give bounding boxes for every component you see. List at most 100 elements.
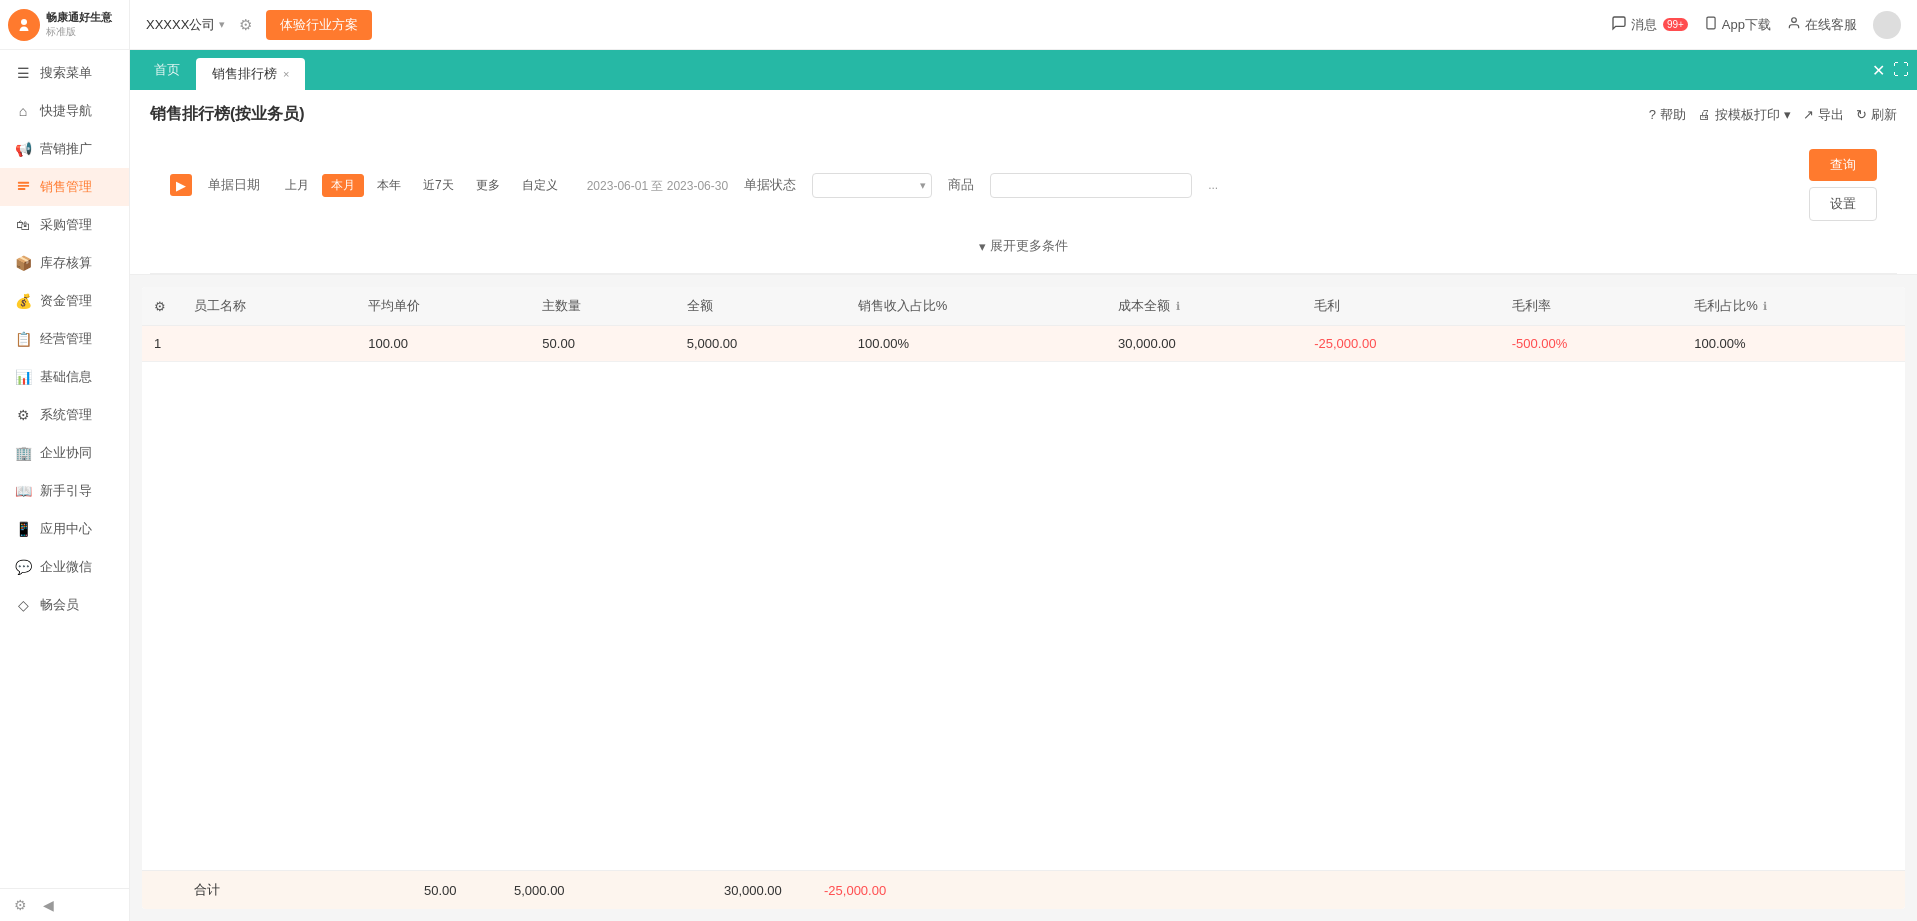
finance-icon: 💰 bbox=[14, 293, 32, 309]
sidebar-item-apps[interactable]: 📱 应用中心 bbox=[0, 510, 129, 548]
sidebar-item-member[interactable]: ◇ 畅会员 bbox=[0, 586, 129, 624]
table-row: 1 100.00 50.00 5,000.00 100.00% 30,000.0… bbox=[142, 326, 1905, 362]
sidebar-label-marketing: 营销推广 bbox=[40, 140, 92, 158]
online-service-button[interactable]: 在线客服 bbox=[1787, 16, 1857, 34]
export-button[interactable]: ↗ 导出 bbox=[1803, 106, 1844, 124]
table-header-row: ⚙ 员工名称 平均单价 主数量 全额 销售收入占比% 成本全额 ℹ bbox=[142, 287, 1905, 326]
sidebar-item-enterprise[interactable]: 🏢 企业协同 bbox=[0, 434, 129, 472]
filter-expand-icon[interactable]: ▶ bbox=[170, 174, 192, 196]
settings-footer-icon[interactable]: ⚙ bbox=[14, 897, 27, 913]
svg-rect-2 bbox=[17, 185, 28, 187]
expand-conditions-button[interactable]: ▾ 展开更多条件 bbox=[979, 237, 1068, 255]
sidebar-item-inventory[interactable]: 📦 库存核算 bbox=[0, 244, 129, 282]
page-title-row: 销售排行榜(按业务员) ? 帮助 🖨 按模板打印 ▾ ↗ 导出 bbox=[150, 104, 1897, 125]
goods-input[interactable] bbox=[990, 173, 1192, 198]
logo-icon bbox=[8, 9, 40, 41]
trial-button[interactable]: 体验行业方案 bbox=[266, 10, 372, 40]
filter-area: ▶ 单据日期 上月 本月 本年 近7天 更多 自定义 2023-06-01 至 … bbox=[150, 137, 1897, 274]
tab-expand-icon[interactable]: ⛶ bbox=[1893, 61, 1909, 80]
basic-icon: 📊 bbox=[14, 369, 32, 385]
sidebar-label-member: 畅会员 bbox=[40, 596, 79, 614]
app-download-label: App下载 bbox=[1722, 16, 1771, 34]
settings-button[interactable]: 设置 bbox=[1809, 187, 1877, 221]
message-icon bbox=[1611, 15, 1627, 34]
refresh-button[interactable]: ↻ 刷新 bbox=[1856, 106, 1897, 124]
td-sales-pct: 100.00% bbox=[846, 326, 1106, 362]
th-sales-pct: 销售收入占比% bbox=[846, 287, 1106, 326]
status-filter-label: 单据状态 bbox=[744, 176, 796, 194]
status-select[interactable] bbox=[812, 173, 932, 198]
svg-point-6 bbox=[1792, 18, 1797, 23]
company-selector[interactable]: XXXXX公司 ▾ bbox=[146, 16, 225, 34]
tab-home[interactable]: 首页 bbox=[138, 50, 196, 90]
topbar-gear-icon[interactable]: ⚙ bbox=[239, 16, 252, 34]
data-table: ⚙ 员工名称 平均单价 主数量 全额 销售收入占比% 成本全额 ℹ bbox=[142, 287, 1905, 362]
table-area: ⚙ 员工名称 平均单价 主数量 全额 销售收入占比% 成本全额 ℹ bbox=[142, 287, 1905, 909]
company-name: XXXXX公司 bbox=[146, 16, 215, 34]
column-settings-icon[interactable]: ⚙ bbox=[154, 299, 166, 314]
profit-pct-info-icon[interactable]: ℹ bbox=[1763, 300, 1767, 313]
sidebar-item-guide[interactable]: 📖 新手引导 bbox=[0, 472, 129, 510]
member-icon: ◇ bbox=[14, 597, 32, 613]
guide-icon: 📖 bbox=[14, 483, 32, 499]
logo-sub: 标准版 bbox=[46, 25, 112, 39]
cost-info-icon[interactable]: ℹ bbox=[1176, 300, 1180, 313]
sidebar-nav: ☰ 搜索菜单 ⌂ 快捷导航 📢 营销推广 销售管理 🛍 采购管理 📦 库存核算 … bbox=[0, 50, 129, 888]
page-header: 销售排行榜(按业务员) ? 帮助 🖨 按模板打印 ▾ ↗ 导出 bbox=[130, 90, 1917, 275]
sidebar-item-wechat[interactable]: 💬 企业微信 bbox=[0, 548, 129, 586]
th-settings: ⚙ bbox=[142, 287, 182, 326]
tabbar: 首页 销售排行榜 × ✕ ⛶ bbox=[130, 50, 1917, 90]
date-tab-7days[interactable]: 近7天 bbox=[414, 174, 463, 197]
tab-close-window-icon[interactable]: ✕ bbox=[1872, 61, 1885, 80]
online-service-label: 在线客服 bbox=[1805, 16, 1857, 34]
user-avatar[interactable] bbox=[1873, 11, 1901, 39]
page-content: 销售排行榜(按业务员) ? 帮助 🖨 按模板打印 ▾ ↗ 导出 bbox=[130, 90, 1917, 921]
td-index: 1 bbox=[142, 326, 182, 362]
marketing-icon: 📢 bbox=[14, 141, 32, 157]
sales-icon bbox=[14, 178, 32, 196]
th-profit-pct: 毛利占比% ℹ bbox=[1682, 287, 1905, 326]
topbar: XXXXX公司 ▾ ⚙ 体验行业方案 消息 99+ App下载 bbox=[130, 0, 1917, 50]
sidebar-item-marketing[interactable]: 📢 营销推广 bbox=[0, 130, 129, 168]
page-title: 销售排行榜(按业务员) bbox=[150, 104, 305, 125]
sidebar-label-basic: 基础信息 bbox=[40, 368, 92, 386]
home-icon: ⌂ bbox=[14, 103, 32, 119]
sidebar-item-quick-nav[interactable]: ⌂ 快捷导航 bbox=[0, 92, 129, 130]
sidebar-label-search: 搜索菜单 bbox=[40, 64, 92, 82]
sidebar-item-system[interactable]: ⚙ 系统管理 bbox=[0, 396, 129, 434]
tab-sales-ranking[interactable]: 销售排行榜 × bbox=[196, 58, 305, 90]
message-button[interactable]: 消息 99+ bbox=[1611, 15, 1688, 34]
app-download-button[interactable]: App下载 bbox=[1704, 16, 1771, 34]
goods-more-btn[interactable]: ... bbox=[1208, 178, 1218, 192]
help-button[interactable]: ? 帮助 bbox=[1649, 106, 1686, 124]
collapse-sidebar-icon[interactable]: ◀ bbox=[43, 897, 54, 913]
enterprise-icon: 🏢 bbox=[14, 445, 32, 461]
sidebar-item-basic[interactable]: 📊 基础信息 bbox=[0, 358, 129, 396]
tab-close-icon[interactable]: × bbox=[283, 68, 289, 80]
sidebar-item-finance[interactable]: 💰 资金管理 bbox=[0, 282, 129, 320]
inventory-icon: 📦 bbox=[14, 255, 32, 271]
sidebar-label-enterprise: 企业协同 bbox=[40, 444, 92, 462]
sidebar-label-purchase: 采购管理 bbox=[40, 216, 92, 234]
date-tab-last-month[interactable]: 上月 bbox=[276, 174, 318, 197]
sidebar-item-operations[interactable]: 📋 经营管理 bbox=[0, 320, 129, 358]
sidebar-footer: ⚙ ◀ bbox=[0, 888, 129, 921]
sidebar-item-purchase[interactable]: 🛍 采购管理 bbox=[0, 206, 129, 244]
help-label: 帮助 bbox=[1660, 106, 1686, 124]
sidebar-label-guide: 新手引导 bbox=[40, 482, 92, 500]
template-print-button[interactable]: 🖨 按模板打印 ▾ bbox=[1698, 106, 1791, 124]
sidebar-item-search[interactable]: ☰ 搜索菜单 bbox=[0, 54, 129, 92]
sidebar-item-sales[interactable]: 销售管理 bbox=[0, 168, 129, 206]
tabbar-right: ✕ ⛶ bbox=[1872, 61, 1909, 80]
date-tab-this-year[interactable]: 本年 bbox=[368, 174, 410, 197]
logo-text: 畅康通好生意 bbox=[46, 10, 112, 24]
date-tab-more[interactable]: 更多 bbox=[467, 174, 509, 197]
date-tab-this-month[interactable]: 本月 bbox=[322, 174, 364, 197]
chevron-down-icon: ▾ bbox=[979, 239, 986, 254]
table-scroll[interactable]: ⚙ 员工名称 平均单价 主数量 全额 销售收入占比% 成本全额 ℹ bbox=[142, 287, 1905, 870]
query-button[interactable]: 查询 bbox=[1809, 149, 1877, 181]
expand-row: ▾ 展开更多条件 bbox=[170, 231, 1877, 261]
help-icon: ? bbox=[1649, 107, 1656, 122]
date-tab-custom[interactable]: 自定义 bbox=[513, 174, 567, 197]
sidebar-label-inventory: 库存核算 bbox=[40, 254, 92, 272]
